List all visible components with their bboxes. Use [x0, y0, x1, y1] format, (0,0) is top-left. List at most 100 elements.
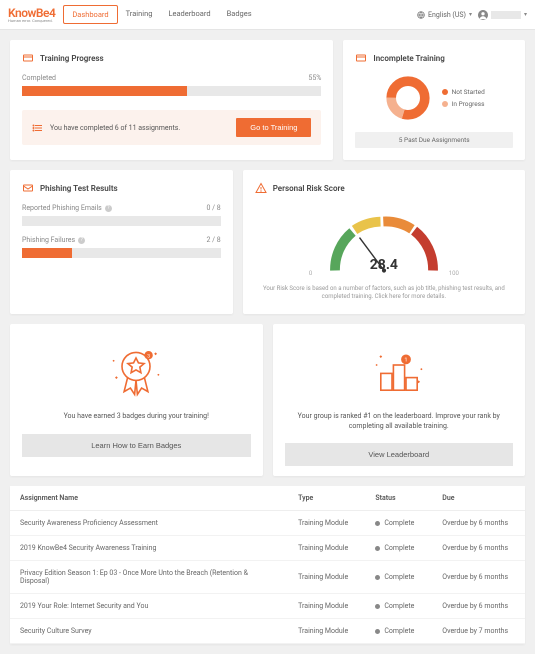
cell-due: Overdue by 6 months: [432, 594, 525, 619]
badges-text: You have earned 3 badges during your tra…: [22, 412, 251, 422]
incomplete-training-title: Incomplete Training: [373, 54, 444, 63]
cell-type: Training Module: [288, 594, 365, 619]
failures-value: 2 / 8: [206, 236, 220, 244]
progress-label: Completed: [22, 74, 56, 82]
cell-name: Privacy Edition Season 1: Ep 03 - Once M…: [10, 561, 288, 594]
language-selector[interactable]: English (US) ▾: [417, 11, 472, 19]
risk-score-card: Personal Risk Score 28.4 0 100 Your Risk…: [243, 170, 525, 314]
progress-percent: 55%: [308, 74, 321, 82]
nav-tabs: Dashboard Training Leaderboard Badges: [63, 5, 259, 24]
cell-due: Overdue by 6 months: [432, 511, 525, 536]
cell-status: Complete: [365, 594, 432, 619]
rank-illustration: 1: [285, 342, 514, 402]
globe-icon: [417, 11, 425, 19]
envelope-icon: [22, 182, 34, 194]
cell-name: Security Culture Survey: [10, 619, 288, 644]
cell-type: Training Module: [288, 619, 365, 644]
status-dot-icon: [375, 521, 380, 526]
reported-label: Reported Phishing Emails: [22, 204, 102, 212]
th-name[interactable]: Assignment Name: [10, 486, 288, 511]
status-dot-icon: [375, 604, 380, 609]
past-due-button[interactable]: 5 Past Due Assignments: [355, 132, 513, 148]
th-type[interactable]: Type: [288, 486, 365, 511]
view-leaderboard-button[interactable]: View Leaderboard: [285, 443, 514, 466]
warning-icon: [255, 182, 267, 194]
th-due[interactable]: Due: [432, 486, 525, 511]
cell-name: 2019 Your Role: Internet Security and Yo…: [10, 594, 288, 619]
phishing-title: Phishing Test Results: [40, 184, 118, 193]
cell-due: Overdue by 6 months: [432, 536, 525, 561]
legend-not-started: Not Started: [452, 88, 485, 96]
badge-illustration: 3: [22, 342, 251, 402]
legend-in-progress: In Progress: [452, 100, 485, 108]
table-row[interactable]: Security Awareness Proficiency Assessmen…: [10, 511, 525, 536]
cell-type: Training Module: [288, 561, 365, 594]
user-name-placeholder: [491, 11, 521, 19]
nav-left: KnowBe4 Human error. Conquered. Dashboar…: [8, 5, 260, 24]
failures-bar: [22, 248, 221, 258]
brand-logo[interactable]: KnowBe4 Human error. Conquered.: [8, 6, 61, 23]
cell-name: 2019 KnowBe4 Security Awareness Training: [10, 536, 288, 561]
assignment-banner: You have completed 6 of 11 assignments. …: [22, 110, 321, 145]
cell-type: Training Module: [288, 536, 365, 561]
cell-type: Training Module: [288, 511, 365, 536]
status-dot-icon: [375, 629, 380, 634]
user-menu[interactable]: ▾: [478, 10, 527, 20]
training-progress-icon: [22, 52, 34, 64]
incomplete-donut-chart: [384, 74, 432, 122]
training-progress-title: Training Progress: [40, 54, 104, 63]
tab-leaderboard[interactable]: Leaderboard: [160, 5, 218, 24]
phishing-results-card: Phishing Test Results Reported Phishing …: [10, 170, 233, 314]
risk-title: Personal Risk Score: [273, 184, 345, 193]
table-row[interactable]: Security Culture SurveyTraining ModuleCo…: [10, 619, 525, 644]
incomplete-training-icon: [355, 52, 367, 64]
status-dot-icon: [375, 546, 380, 551]
cell-status: Complete: [365, 561, 432, 594]
status-dot-icon: [375, 575, 380, 580]
tab-training[interactable]: Training: [118, 5, 161, 24]
th-status[interactable]: Status: [365, 486, 432, 511]
progress-bar: [22, 86, 321, 96]
main-content: Training Progress Completed 55% You have…: [0, 30, 535, 654]
assignments-table: Assignment Name Type Status Due Security…: [10, 486, 525, 644]
risk-score-value: 28.4: [370, 257, 398, 273]
table-row[interactable]: Privacy Edition Season 1: Ep 03 - Once M…: [10, 561, 525, 594]
help-icon[interactable]: ?: [78, 237, 85, 244]
gauge-max: 100: [449, 270, 459, 277]
cell-status: Complete: [365, 619, 432, 644]
language-label: English (US): [428, 11, 466, 19]
chevron-down-icon: ▾: [524, 11, 527, 18]
cell-name: Security Awareness Proficiency Assessmen…: [10, 511, 288, 536]
banner-text: You have completed 6 of 11 assignments.: [50, 124, 180, 132]
rank-text: Your group is ranked #1 on the leaderboa…: [285, 412, 514, 432]
learn-badges-button[interactable]: Learn How to Earn Badges: [22, 434, 251, 457]
cell-status: Complete: [365, 511, 432, 536]
assignments-table-card: Assignment Name Type Status Due Security…: [10, 486, 525, 644]
training-progress-card: Training Progress Completed 55% You have…: [10, 40, 333, 160]
help-icon[interactable]: ?: [105, 205, 112, 212]
cell-due: Overdue by 6 months: [432, 561, 525, 594]
svg-text:3: 3: [147, 353, 150, 359]
tab-badges[interactable]: Badges: [219, 5, 260, 24]
leaderboard-rank-card: 1 Your group is ranked #1 on the leaderb…: [273, 324, 526, 477]
legend-dot-in-progress: [442, 101, 448, 107]
legend-dot-not-started: [442, 89, 448, 95]
table-row[interactable]: 2019 KnowBe4 Security Awareness Training…: [10, 536, 525, 561]
badges-card: 3 You have earned 3 badges during your t…: [10, 324, 263, 477]
reported-bar: [22, 216, 221, 226]
gauge-min: 0: [309, 270, 312, 277]
svg-text:1: 1: [404, 357, 407, 363]
donut-legend: Not Started In Progress: [442, 88, 485, 108]
user-avatar-icon: [478, 10, 488, 20]
risk-description[interactable]: Your Risk Score is based on a number of …: [255, 285, 513, 302]
list-icon: [32, 122, 44, 134]
cell-status: Complete: [365, 536, 432, 561]
tab-dashboard[interactable]: Dashboard: [63, 5, 117, 24]
reported-value: 0 / 8: [206, 204, 220, 212]
go-to-training-button[interactable]: Go to Training: [236, 118, 311, 137]
failures-label: Phishing Failures: [22, 236, 75, 244]
cell-due: Overdue by 7 months: [432, 619, 525, 644]
chevron-down-icon: ▾: [469, 11, 472, 18]
nav-right: English (US) ▾ ▾: [417, 10, 527, 20]
table-row[interactable]: 2019 Your Role: Internet Security and Yo…: [10, 594, 525, 619]
